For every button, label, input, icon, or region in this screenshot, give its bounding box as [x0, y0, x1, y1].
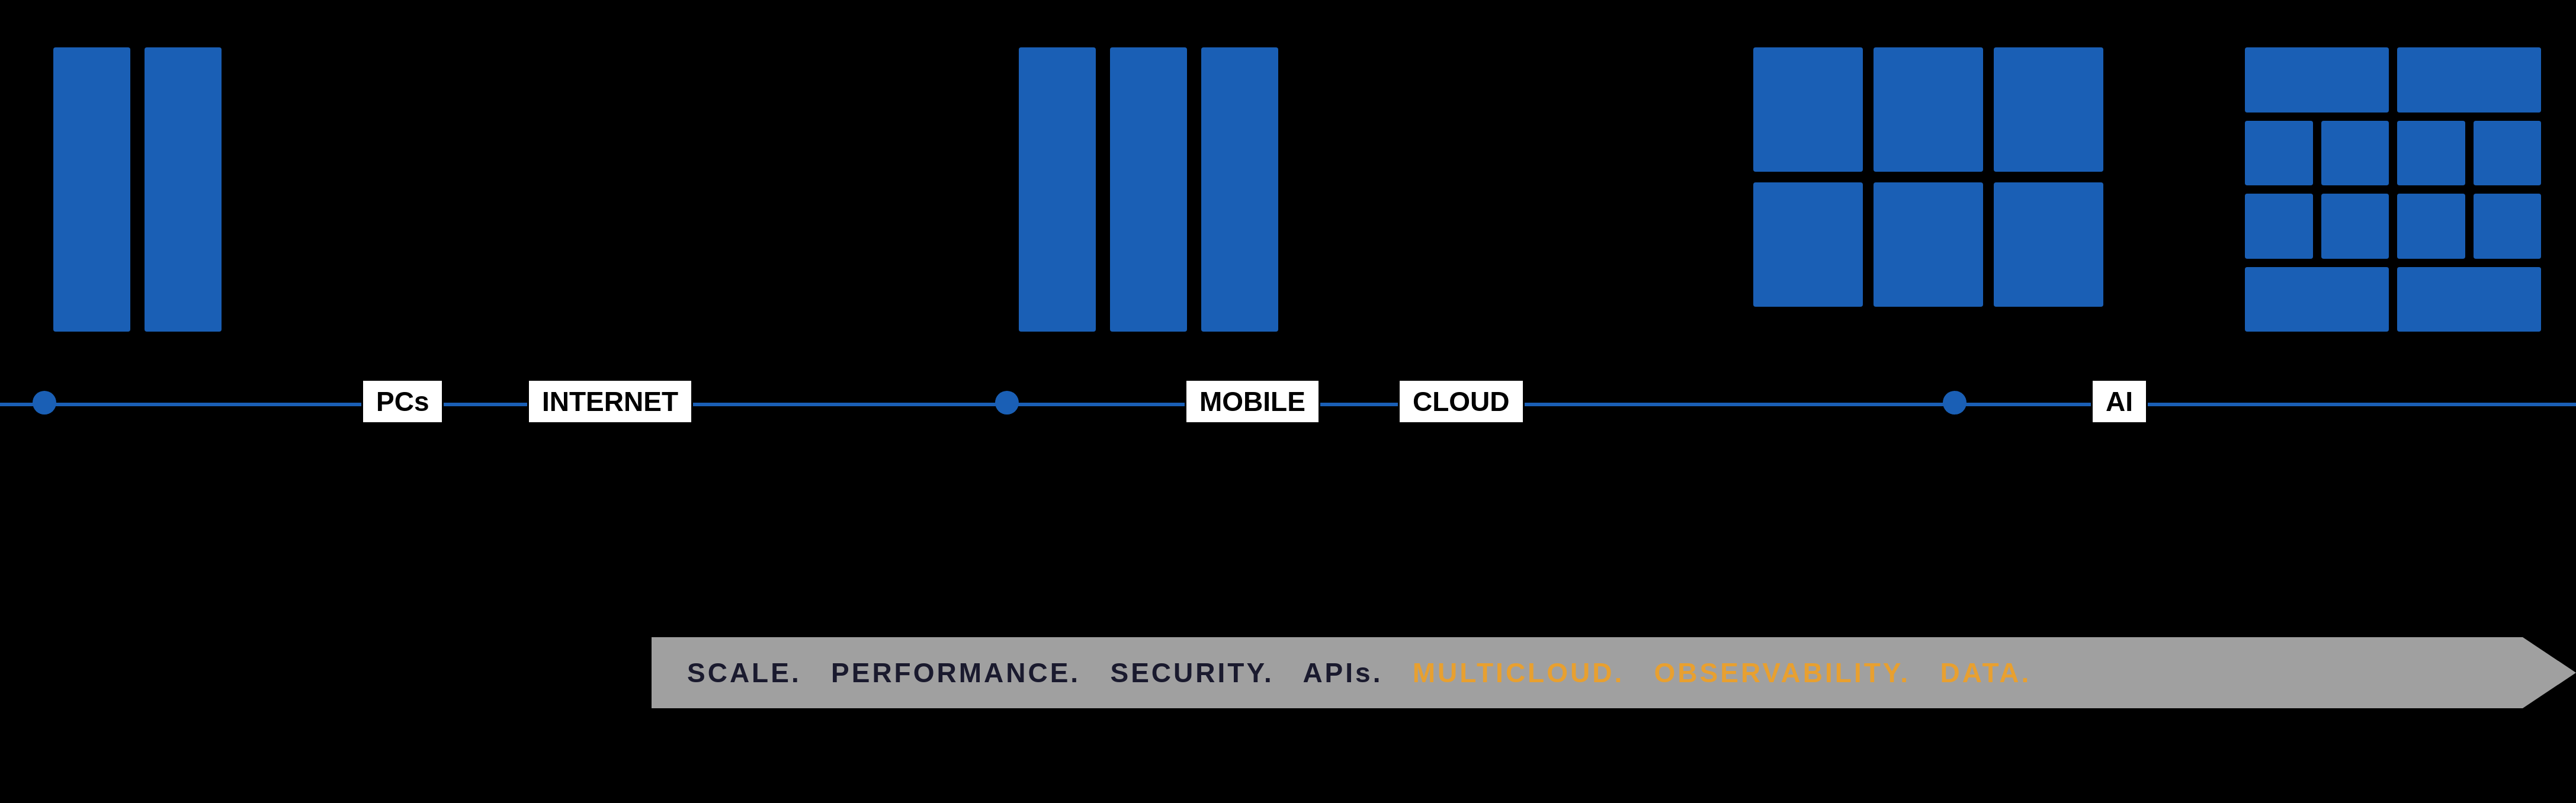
icon-group-pcs	[53, 47, 222, 332]
icon-rect	[1110, 47, 1187, 332]
main-scene: PCs INTERNET MOBILE CLOUD AI SCALE. PERF…	[0, 0, 2576, 803]
icon-rect	[1874, 182, 1983, 307]
icon-rect	[2245, 47, 2389, 113]
icon-group-cloud	[1753, 47, 2103, 307]
timeline-dot-2	[995, 391, 1019, 415]
icon-rect	[2474, 121, 2542, 186]
icon-rect	[2245, 121, 2313, 186]
arrow-text-highlight: MULTICLOUD. OBSERVABILITY. DATA.	[1413, 657, 2031, 688]
icon-rect	[1201, 47, 1278, 332]
icon-rect	[2474, 194, 2542, 259]
arrow-bar: SCALE. PERFORMANCE. SECURITY. APIs. MULT…	[652, 637, 2576, 708]
icon-rect	[1994, 182, 2103, 307]
icon-rect	[2397, 47, 2541, 113]
timeline-label-mobile: MOBILE	[1185, 379, 1320, 424]
timeline-dot-3	[1943, 391, 1967, 415]
icon-rect	[2245, 267, 2389, 332]
icon-rect	[1874, 47, 1983, 172]
timeline-dot-1	[33, 391, 56, 415]
icon-rect	[2321, 121, 2389, 186]
icon-rect	[1753, 47, 1863, 172]
icon-rect	[2321, 194, 2389, 259]
icon-rect	[1753, 182, 1863, 307]
icon-rect	[145, 47, 222, 332]
arrow-body: SCALE. PERFORMANCE. SECURITY. APIs. MULT…	[652, 637, 2576, 708]
icon-rect	[2397, 267, 2541, 332]
arrow-text: SCALE. PERFORMANCE. SECURITY. APIs. MULT…	[687, 657, 2031, 689]
icon-rect	[1019, 47, 1096, 332]
icon-group-ai	[2245, 47, 2541, 332]
icon-rect	[2245, 194, 2313, 259]
timeline-label-internet: INTERNET	[527, 379, 693, 424]
icon-rect	[1994, 47, 2103, 172]
timeline-label-cloud: CLOUD	[1398, 379, 1525, 424]
timeline-label-ai: AI	[2091, 379, 2148, 424]
arrow-text-scale: SCALE. PERFORMANCE. SECURITY. APIs.	[687, 657, 1413, 688]
timeline-label-pcs: PCs	[361, 379, 444, 424]
icon-rect	[2397, 194, 2465, 259]
icon-rect	[53, 47, 130, 332]
icon-group-mobile	[1019, 47, 1278, 332]
icon-rect	[2397, 121, 2465, 186]
